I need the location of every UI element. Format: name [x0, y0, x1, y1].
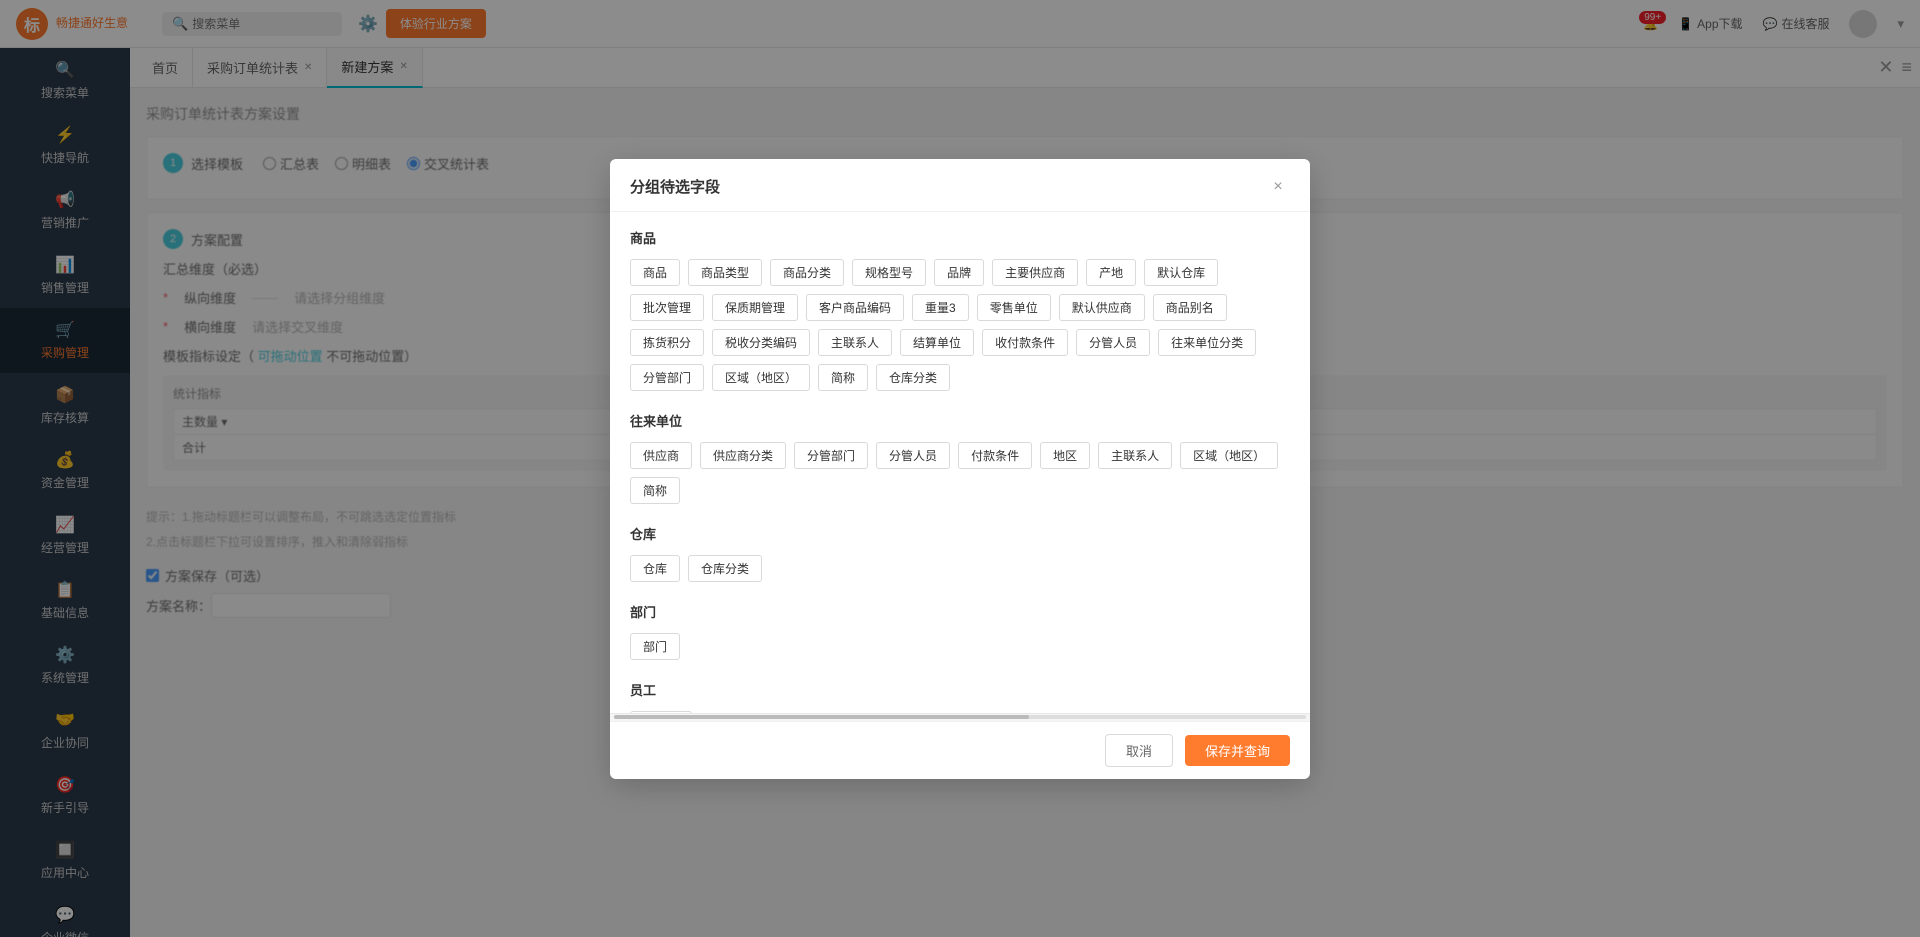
modal-body[interactable]: 商品商品商品类型商品分类规格型号品牌主要供应商产地默认仓库批次管理保质期管理客户…: [610, 212, 1310, 713]
field-tag-goods-18[interactable]: 结算单位: [900, 329, 974, 356]
field-tags-department: 部门: [630, 633, 1290, 660]
field-tag-goods-1[interactable]: 商品类型: [688, 259, 762, 286]
field-section-warehouse: 仓库仓库仓库分类: [630, 524, 1290, 582]
field-tag-partner-5[interactable]: 地区: [1040, 442, 1090, 469]
field-tag-goods-0[interactable]: 商品: [630, 259, 680, 286]
field-tag-goods-24[interactable]: 简称: [818, 364, 868, 391]
field-tag-goods-9[interactable]: 保质期管理: [712, 294, 798, 321]
field-tag-partner-3[interactable]: 分管人员: [876, 442, 950, 469]
field-tag-goods-19[interactable]: 收付款条件: [982, 329, 1068, 356]
field-section-employee: 员工业务员: [630, 680, 1290, 713]
field-tag-goods-20[interactable]: 分管人员: [1076, 329, 1150, 356]
section-title-warehouse: 仓库: [630, 524, 1290, 543]
field-tag-partner-7[interactable]: 区域（地区）: [1180, 442, 1278, 469]
section-title-goods: 商品: [630, 228, 1290, 247]
cancel-button[interactable]: 取消: [1105, 734, 1173, 767]
field-tag-goods-14[interactable]: 商品别名: [1153, 294, 1227, 321]
field-tag-warehouse-0[interactable]: 仓库: [630, 555, 680, 582]
field-section-partner: 往来单位供应商供应商分类分管部门分管人员付款条件地区主联系人区域（地区） 简称: [630, 411, 1290, 504]
field-tag-goods-21[interactable]: 往来单位分类: [1158, 329, 1256, 356]
modal-close-button[interactable]: ×: [1266, 175, 1290, 199]
section-title-department: 部门: [630, 602, 1290, 621]
field-tag-goods-7[interactable]: 默认仓库: [1144, 259, 1218, 286]
field-tag-goods-4[interactable]: 品牌: [934, 259, 984, 286]
field-tag-goods-23[interactable]: 区域（地区）: [712, 364, 810, 391]
field-tag-goods-8[interactable]: 批次管理: [630, 294, 704, 321]
modal-title: 分组待选字段: [630, 176, 720, 197]
field-tag-warehouse-1[interactable]: 仓库分类: [688, 555, 762, 582]
field-tag-partner-4[interactable]: 付款条件: [958, 442, 1032, 469]
field-tag-goods-5[interactable]: 主要供应商: [992, 259, 1078, 286]
field-tags-warehouse: 仓库仓库分类: [630, 555, 1290, 582]
field-tag-partner-1[interactable]: 供应商分类: [700, 442, 786, 469]
field-tag-goods-15[interactable]: 拣货积分: [630, 329, 704, 356]
field-tag-partner-2[interactable]: 分管部门: [794, 442, 868, 469]
field-tags-goods: 商品商品类型商品分类规格型号品牌主要供应商产地默认仓库批次管理保质期管理客户商品…: [630, 259, 1290, 391]
field-tags-partner: 供应商供应商分类分管部门分管人员付款条件地区主联系人区域（地区） 简称: [630, 442, 1290, 504]
section-title-employee: 员工: [630, 680, 1290, 699]
field-tag-goods-16[interactable]: 税收分类编码: [712, 329, 810, 356]
field-tag-goods-22[interactable]: 分管部门: [630, 364, 704, 391]
modal: 分组待选字段 × 商品商品商品类型商品分类规格型号品牌主要供应商产地默认仓库批次…: [610, 159, 1310, 779]
modal-header: 分组待选字段 ×: [610, 159, 1310, 212]
field-tag-goods-6[interactable]: 产地: [1086, 259, 1136, 286]
modal-overlay: 分组待选字段 × 商品商品商品类型商品分类规格型号品牌主要供应商产地默认仓库批次…: [0, 0, 1920, 937]
field-section-goods: 商品商品商品类型商品分类规格型号品牌主要供应商产地默认仓库批次管理保质期管理客户…: [630, 228, 1290, 391]
modal-footer: 取消 保存并查询: [610, 721, 1310, 779]
field-tag-goods-12[interactable]: 零售单位: [977, 294, 1051, 321]
field-tag-goods-13[interactable]: 默认供应商: [1059, 294, 1145, 321]
field-section-department: 部门部门: [630, 602, 1290, 660]
field-tag-goods-2[interactable]: 商品分类: [770, 259, 844, 286]
field-tag-goods-25[interactable]: 仓库分类: [876, 364, 950, 391]
modal-scroll-bottom: [610, 713, 1310, 721]
confirm-button[interactable]: 保存并查询: [1185, 735, 1290, 766]
field-tag-goods-3[interactable]: 规格型号: [852, 259, 926, 286]
section-title-partner: 往来单位: [630, 411, 1290, 430]
field-tag-goods-10[interactable]: 客户商品编码: [806, 294, 904, 321]
field-tag-partner-0[interactable]: 供应商: [630, 442, 692, 469]
field-tag-department-0[interactable]: 部门: [630, 633, 680, 660]
field-tag-goods-17[interactable]: 主联系人: [818, 329, 892, 356]
field-tag-partner-8[interactable]: 简称: [630, 477, 680, 504]
field-tag-partner-6[interactable]: 主联系人: [1098, 442, 1172, 469]
field-tag-goods-11[interactable]: 重量3: [912, 294, 969, 321]
